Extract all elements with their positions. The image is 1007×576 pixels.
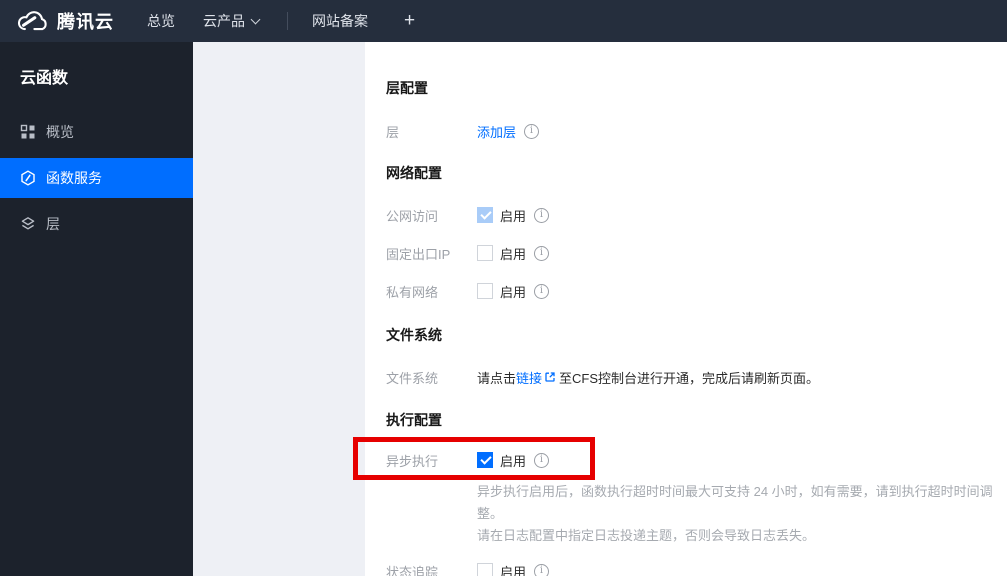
form-row-layer: 层 添加层 bbox=[386, 120, 1007, 142]
add-nav-tab-button[interactable]: + bbox=[404, 10, 415, 32]
info-icon[interactable] bbox=[534, 563, 550, 576]
info-icon[interactable] bbox=[524, 123, 540, 139]
tencent-cloud-logo[interactable]: 腾讯云 bbox=[0, 8, 114, 34]
fixed-egress-ip-checkbox[interactable] bbox=[477, 245, 493, 261]
form-row-private-network: 私有网络 启用 bbox=[386, 280, 1007, 302]
form-row-status-tracking: 状态追踪 启用 bbox=[386, 560, 1007, 576]
field-label: 状态追踪 bbox=[386, 564, 439, 576]
sidebar-title: 云函数 bbox=[20, 70, 69, 87]
nav-item-website-registration[interactable]: 网站备案 bbox=[312, 11, 368, 31]
async-execution-checkbox[interactable] bbox=[477, 452, 493, 468]
nav-item-cloud-products[interactable]: 云产品 bbox=[203, 11, 261, 31]
private-network-checkbox[interactable] bbox=[477, 283, 493, 299]
chevron-down-icon bbox=[250, 14, 261, 24]
sidebar-item-layers[interactable]: 层 bbox=[0, 204, 193, 244]
section-heading-network-config: 网络配置 bbox=[386, 165, 442, 181]
secondary-panel-background bbox=[193, 42, 365, 576]
info-icon[interactable] bbox=[534, 452, 550, 468]
brand-name: 腾讯云 bbox=[57, 12, 114, 32]
topnav: 总览 云产品 网站备案 + bbox=[147, 10, 415, 32]
public-access-checkbox bbox=[477, 207, 493, 223]
sidebar-item-label: 层 bbox=[46, 216, 60, 232]
form-row-async-execution: 异步执行 启用 bbox=[386, 449, 1007, 471]
function-settings-panel: 层配置 层 添加层 网络配置 公网访问 启用 固定出口IP 启用 bbox=[365, 42, 1007, 576]
enable-label: 启用 bbox=[500, 453, 527, 469]
description-line: 异步执行启用后，函数执行超时时间最大可支持 24 小时，如有需要，请到执行超时时… bbox=[477, 484, 993, 521]
sidebar-item-overview[interactable]: 概览 bbox=[0, 112, 193, 152]
form-row-file-system: 文件系统 请点击 链接 至CFS控制台进行开通，完成后请刷新页面。 bbox=[386, 366, 1007, 388]
field-label: 私有网络 bbox=[386, 284, 439, 300]
info-icon[interactable] bbox=[534, 207, 550, 223]
status-tracking-checkbox[interactable] bbox=[477, 563, 493, 576]
enable-label: 启用 bbox=[500, 246, 527, 262]
info-icon[interactable] bbox=[534, 283, 550, 299]
field-label: 公网访问 bbox=[386, 208, 439, 224]
enable-label: 启用 bbox=[500, 564, 527, 576]
enable-label: 启用 bbox=[500, 208, 527, 224]
field-label: 异步执行 bbox=[386, 453, 439, 469]
filesystem-hint-suffix: 至CFS控制台进行开通，完成后请刷新页面。 bbox=[559, 370, 820, 386]
field-label: 文件系统 bbox=[386, 370, 439, 386]
nav-item-overview[interactable]: 总览 bbox=[147, 11, 175, 31]
field-label: 层 bbox=[386, 124, 400, 140]
form-row-fixed-egress-ip: 固定出口IP 启用 bbox=[386, 242, 1007, 264]
nav-divider bbox=[287, 12, 288, 30]
field-label: 固定出口IP bbox=[386, 246, 451, 262]
sidebar: 云函数 概览 函数服务 层 bbox=[0, 42, 193, 576]
description-line: 请在日志配置中指定日志投递主题，否则会导致日志丢失。 bbox=[477, 528, 816, 543]
form-row-public-network-access: 公网访问 启用 bbox=[386, 204, 1007, 226]
section-heading-layer-config: 层配置 bbox=[386, 80, 428, 96]
sidebar-item-label: 概览 bbox=[46, 124, 74, 140]
cloud-logo-icon bbox=[18, 11, 47, 31]
layers-icon bbox=[21, 217, 35, 230]
grid-icon bbox=[20, 124, 35, 139]
topbar: 腾讯云 总览 云产品 网站备案 + bbox=[0, 0, 1007, 42]
info-icon[interactable] bbox=[534, 245, 550, 261]
filesystem-hint-prefix: 请点击 bbox=[477, 370, 517, 386]
external-link-icon bbox=[545, 372, 555, 382]
sidebar-item-label: 函数服务 bbox=[46, 170, 102, 186]
function-icon bbox=[21, 170, 35, 186]
sidebar-item-function-service[interactable]: 函数服务 bbox=[0, 158, 193, 198]
cfs-console-link[interactable]: 链接 bbox=[516, 368, 542, 387]
enable-label: 启用 bbox=[500, 284, 527, 300]
section-heading-file-system: 文件系统 bbox=[386, 327, 442, 343]
tencent-cloud-console: 腾讯云 总览 云产品 网站备案 + 云函数 概览 函数服务 层 层配置 层 添加… bbox=[0, 0, 1007, 576]
section-heading-execution-config: 执行配置 bbox=[386, 412, 442, 428]
async-execution-description: 异步执行启用后，函数执行超时时间最大可支持 24 小时，如有需要，请到执行超时时… bbox=[477, 481, 1007, 547]
add-layer-link[interactable]: 添加层 bbox=[477, 122, 516, 141]
